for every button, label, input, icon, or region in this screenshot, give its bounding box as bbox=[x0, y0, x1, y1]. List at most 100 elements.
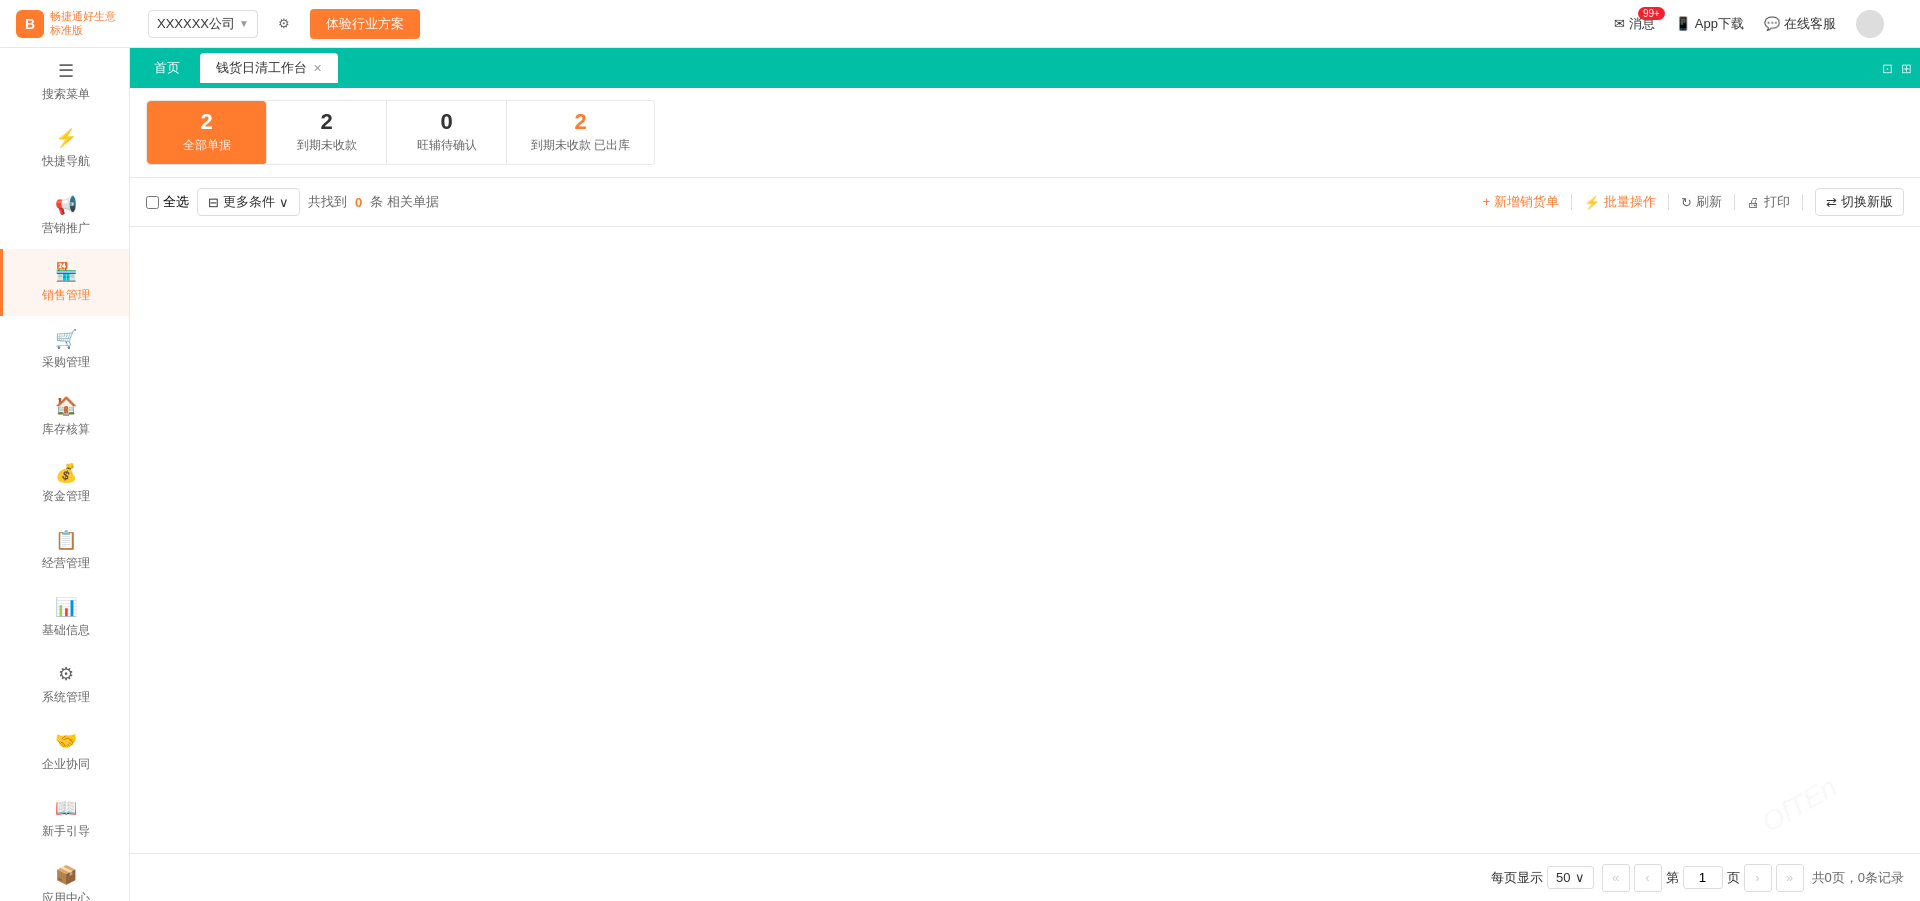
per-page-label: 每页显示 bbox=[1491, 869, 1543, 887]
trial-btn[interactable]: 体验行业方案 bbox=[310, 9, 420, 39]
per-page-value: 50 bbox=[1556, 870, 1570, 885]
operations-mgmt-icon: 📋 bbox=[55, 529, 77, 551]
tab-cash-goods-label: 钱货日清工作台 bbox=[216, 59, 307, 77]
select-all-checkbox[interactable]: 全选 bbox=[146, 193, 189, 211]
sidebar-item-label: 系统管理 bbox=[42, 689, 90, 706]
avatar[interactable] bbox=[1856, 10, 1884, 38]
sidebar-item-label: 企业协同 bbox=[42, 756, 90, 773]
sidebar: ☰ 搜索菜单 ⚡ 快捷导航 📢 营销推广 🏪 销售管理 🛒 采购管理 🏠 库存核… bbox=[0, 48, 130, 901]
beginner-guide-icon: 📖 bbox=[55, 797, 77, 819]
prev-page-btn[interactable]: ‹ bbox=[1634, 864, 1662, 892]
sidebar-item-operations-mgmt[interactable]: 📋 经营管理 bbox=[0, 517, 129, 584]
system-mgmt-icon: ⚙ bbox=[58, 663, 74, 685]
sidebar-item-sales-mgmt[interactable]: 🏪 销售管理 bbox=[0, 249, 129, 316]
batch-icon: ⚡ bbox=[1584, 195, 1600, 210]
sidebar-item-enterprise-coop[interactable]: 🤝 企业协同 bbox=[0, 718, 129, 785]
batch-action-btn[interactable]: ⚡ 批量操作 bbox=[1584, 193, 1656, 211]
header-right: ✉ 消息 99+ 📱 App下载 💬 在线客服 bbox=[1614, 10, 1904, 38]
sidebar-item-label: 采购管理 bbox=[42, 354, 90, 371]
sidebar-item-label: 营销推广 bbox=[42, 220, 90, 237]
sidebar-item-system-mgmt[interactable]: ⚙ 系统管理 bbox=[0, 651, 129, 718]
app-download-icon: 📱 bbox=[1675, 16, 1691, 31]
inventory-icon: 🏠 bbox=[55, 395, 77, 417]
window-maximize-icon[interactable]: ⊞ bbox=[1901, 61, 1912, 76]
company-selector[interactable]: XXXXXX公司 ▼ bbox=[148, 10, 258, 38]
stat-wangdian-count: 0 bbox=[411, 109, 482, 135]
switch-version-btn[interactable]: ⇄ 切换新版 bbox=[1815, 188, 1904, 216]
refresh-icon: ↻ bbox=[1681, 195, 1692, 210]
first-page-btn[interactable]: « bbox=[1602, 864, 1630, 892]
sidebar-item-label: 快捷导航 bbox=[42, 153, 90, 170]
tab-bar: 首页 钱货日清工作台 ✕ ⊡ ⊞ bbox=[130, 48, 1920, 88]
app-center-icon: 📦 bbox=[55, 864, 77, 886]
capital-mgmt-icon: 💰 bbox=[55, 462, 77, 484]
last-page-btn[interactable]: » bbox=[1776, 864, 1804, 892]
sidebar-item-purchase-mgmt[interactable]: 🛒 采购管理 bbox=[0, 316, 129, 383]
tab-home-label: 首页 bbox=[154, 59, 180, 77]
page-end-label: 页 bbox=[1727, 869, 1740, 887]
found-unit: 条 相关单据 bbox=[370, 193, 439, 211]
print-btn[interactable]: 🖨 打印 bbox=[1747, 193, 1790, 211]
stat-all-label: 全部单据 bbox=[171, 137, 242, 154]
stat-tab-overdue-unshipped[interactable]: 2 到期未收款 已出库 bbox=[507, 101, 654, 164]
stat-unshipped-count: 2 bbox=[531, 109, 630, 135]
total-records-label: 共0页，0条记录 bbox=[1812, 869, 1904, 887]
switch-icon: ⇄ bbox=[1826, 195, 1837, 210]
sidebar-item-beginner-guide[interactable]: 📖 新手引导 bbox=[0, 785, 129, 852]
filter-icon: ⊟ bbox=[208, 195, 219, 210]
print-icon: 🖨 bbox=[1747, 195, 1760, 210]
toolbar: 全选 ⊟ 更多条件 ∨ 共找到 0 条 相关单据 + 新增销货单 ⚡ bbox=[130, 178, 1920, 227]
tab-home[interactable]: 首页 bbox=[138, 53, 196, 83]
stat-tab-overdue-unpaid[interactable]: 2 到期未收款 bbox=[267, 101, 387, 164]
stat-overdue-count: 2 bbox=[291, 109, 362, 135]
sidebar-item-label: 资金管理 bbox=[42, 488, 90, 505]
toolbar-right: + 新增销货单 ⚡ 批量操作 ↻ 刷新 🖨 打印 bbox=[1483, 188, 1904, 216]
content-area: 首页 钱货日清工作台 ✕ ⊡ ⊞ 2 全部单据 bbox=[130, 48, 1920, 901]
main-layout: ☰ 搜索菜单 ⚡ 快捷导航 📢 营销推广 🏪 销售管理 🛒 采购管理 🏠 库存核… bbox=[0, 48, 1920, 901]
quick-nav-icon: ⚡ bbox=[55, 127, 77, 149]
message-action[interactable]: ✉ 消息 99+ bbox=[1614, 15, 1655, 33]
enterprise-coop-icon: 🤝 bbox=[55, 730, 77, 752]
next-page-btn[interactable]: › bbox=[1744, 864, 1772, 892]
app-download-label: App下载 bbox=[1695, 15, 1744, 33]
window-restore-icon[interactable]: ⊡ bbox=[1882, 61, 1893, 76]
sidebar-item-app-center[interactable]: 📦 应用中心 bbox=[0, 852, 129, 901]
logo-icon: B bbox=[16, 10, 44, 38]
tab-close-icon[interactable]: ✕ bbox=[313, 62, 322, 75]
tab-cash-goods[interactable]: 钱货日清工作台 ✕ bbox=[200, 53, 338, 83]
refresh-label: 刷新 bbox=[1696, 193, 1722, 211]
per-page-select[interactable]: 50 ∨ bbox=[1547, 866, 1593, 889]
settings-icon[interactable]: ⚙ bbox=[270, 10, 298, 38]
stat-tab-all[interactable]: 2 全部单据 bbox=[147, 101, 267, 164]
stat-all-count: 2 bbox=[171, 109, 242, 135]
sidebar-item-quick-nav[interactable]: ⚡ 快捷导航 bbox=[0, 115, 129, 182]
sidebar-item-label: 搜索菜单 bbox=[42, 86, 90, 103]
online-service-action[interactable]: 💬 在线客服 bbox=[1764, 15, 1836, 33]
page-size-selector: 每页显示 50 ∨ bbox=[1491, 866, 1593, 889]
per-page-arrow-icon: ∨ bbox=[1575, 870, 1585, 885]
toolbar-divider-4 bbox=[1802, 194, 1803, 210]
refresh-btn[interactable]: ↻ 刷新 bbox=[1681, 193, 1722, 211]
switch-label: 切换新版 bbox=[1841, 193, 1893, 211]
toolbar-divider-2 bbox=[1668, 194, 1669, 210]
sidebar-item-basic-info[interactable]: 📊 基础信息 bbox=[0, 584, 129, 651]
sidebar-item-marketing[interactable]: 📢 营销推广 bbox=[0, 182, 129, 249]
logo-text: 畅捷通好生意 标准版 bbox=[50, 10, 116, 36]
page-input[interactable] bbox=[1683, 866, 1723, 889]
sidebar-item-inventory[interactable]: 🏠 库存核算 bbox=[0, 383, 129, 450]
app-download-action[interactable]: 📱 App下载 bbox=[1675, 15, 1744, 33]
sidebar-item-label: 经营管理 bbox=[42, 555, 90, 572]
filter-label: 更多条件 bbox=[223, 193, 275, 211]
select-all-input[interactable] bbox=[146, 196, 159, 209]
stat-tab-wangdian[interactable]: 0 旺辅待确认 bbox=[387, 101, 507, 164]
sidebar-item-label: 销售管理 bbox=[42, 287, 90, 304]
filter-btn[interactable]: ⊟ 更多条件 ∨ bbox=[197, 188, 300, 216]
select-all-label: 全选 bbox=[163, 193, 189, 211]
sidebar-item-capital-mgmt[interactable]: 💰 资金管理 bbox=[0, 450, 129, 517]
online-service-label: 在线客服 bbox=[1784, 15, 1836, 33]
purchase-mgmt-icon: 🛒 bbox=[55, 328, 77, 350]
toolbar-divider-1 bbox=[1571, 194, 1572, 210]
add-sales-order-btn[interactable]: + 新增销货单 bbox=[1483, 193, 1559, 211]
stats-bar: 2 全部单据 2 到期未收款 0 旺辅待确认 2 到期未收款 已出库 bbox=[130, 88, 1920, 178]
sidebar-item-search-menu[interactable]: ☰ 搜索菜单 bbox=[0, 48, 129, 115]
